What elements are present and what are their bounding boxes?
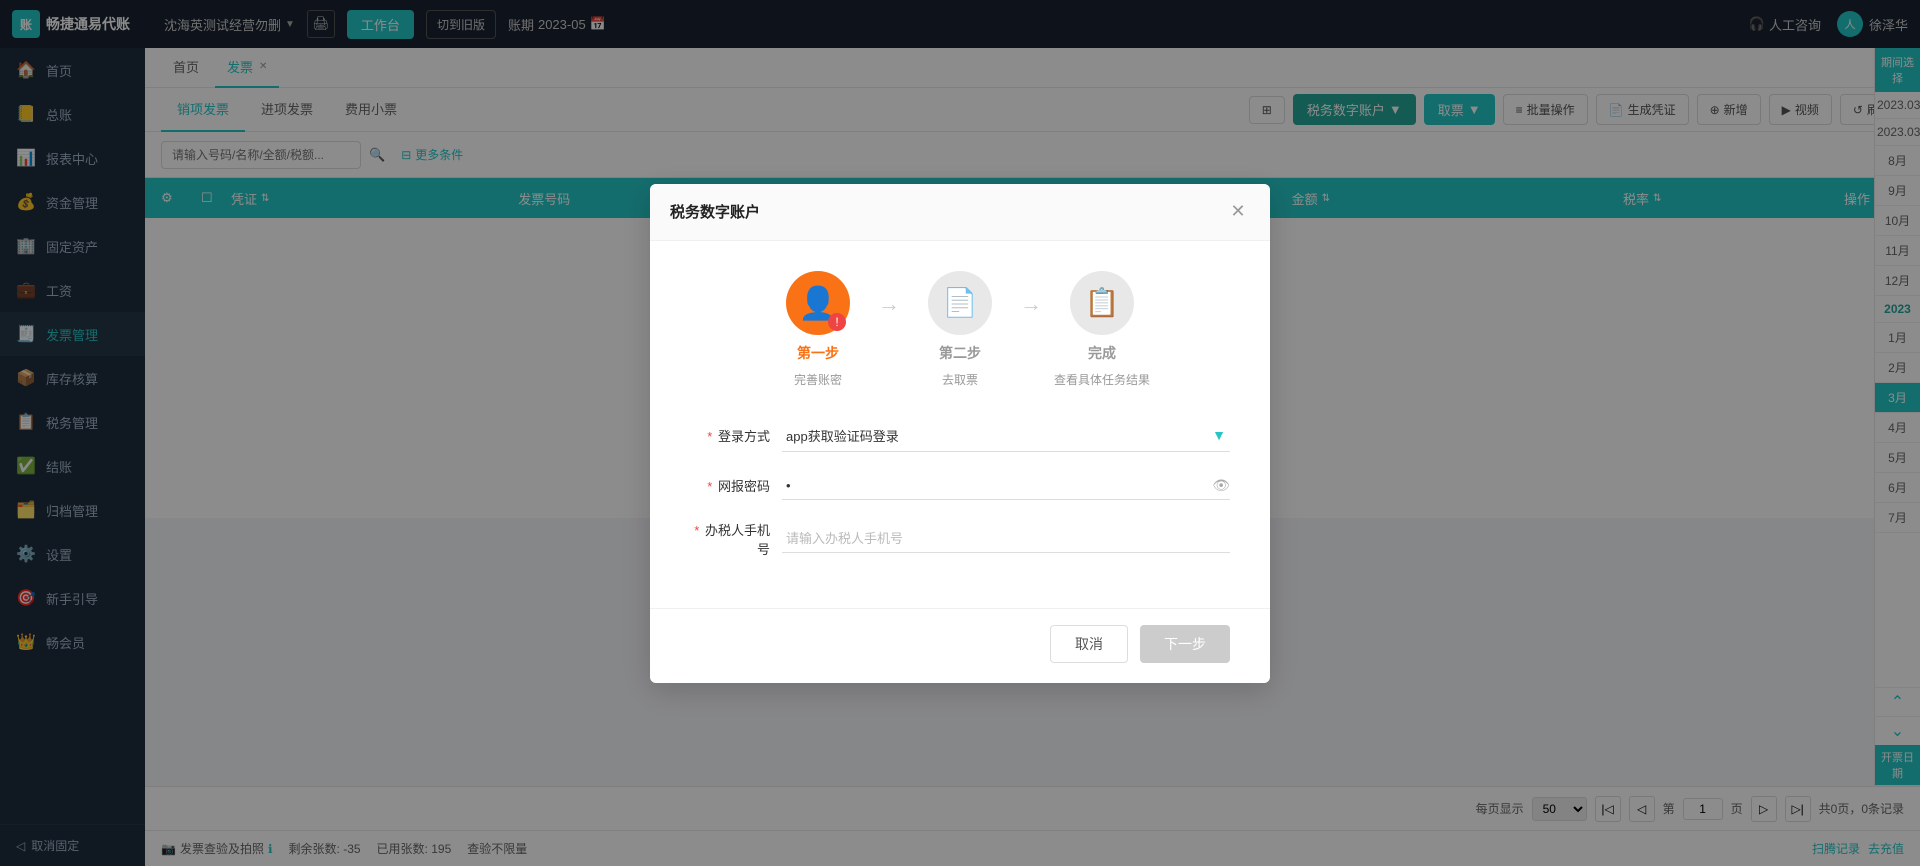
next-button[interactable]: 下一步 (1140, 625, 1230, 663)
login-method-value: app获取验证码登录 (786, 426, 899, 445)
dialog-header: 税务数字账户 ✕ (650, 184, 1270, 241)
phone-label: * 办税人手机号 (690, 520, 770, 558)
step2-sublabel: 去取票 (942, 371, 978, 388)
step-arrow-1: → (878, 291, 900, 317)
password-label: * 网报密码 (690, 476, 770, 495)
step3-sublabel: 查看具体任务结果 (1054, 371, 1150, 388)
step3-label: 完成 (1088, 343, 1116, 363)
dialog-title: 税务数字账户 (670, 201, 760, 222)
dialog-overlay: 税务数字账户 ✕ 👤 ! 第一步 完善账密 → (0, 0, 1920, 866)
password-field-wrap: 👁 (782, 472, 1230, 500)
tax-account-dialog: 税务数字账户 ✕ 👤 ! 第一步 完善账密 → (650, 184, 1270, 683)
dialog-body: 👤 ! 第一步 完善账密 → 📄 第二步 去取票 → (650, 241, 1270, 608)
step2-icon: 📄 (943, 286, 978, 319)
step-2: 📄 第二步 去取票 (900, 271, 1020, 388)
dialog-footer: 取消 下一步 (650, 608, 1270, 683)
step-1: 👤 ! 第一步 完善账密 (758, 271, 878, 388)
login-method-row: * 登录方式 app获取验证码登录 ▼ (690, 420, 1230, 452)
steps-indicator: 👤 ! 第一步 完善账密 → 📄 第二步 去取票 → (690, 271, 1230, 388)
step2-label: 第二步 (939, 343, 981, 363)
dialog-close-button[interactable]: ✕ (1226, 200, 1250, 224)
password-toggle-icon[interactable]: 👁 (1212, 477, 1230, 494)
login-method-label: * 登录方式 (690, 426, 770, 445)
phone-row: * 办税人手机号 (690, 520, 1230, 558)
step3-icon-wrap: 📋 (1070, 271, 1134, 335)
step3-icon: 📋 (1085, 286, 1120, 319)
step2-icon-wrap: 📄 (928, 271, 992, 335)
login-method-select[interactable]: app获取验证码登录 ▼ (782, 420, 1230, 452)
step-arrow-2: → (1020, 291, 1042, 317)
phone-input[interactable] (782, 525, 1230, 553)
step-3: 📋 完成 查看具体任务结果 (1042, 271, 1162, 388)
login-method-arrow-icon: ▼ (1212, 427, 1226, 443)
step1-badge: ! (828, 313, 846, 331)
password-row: * 网报密码 👁 (690, 472, 1230, 500)
step1-sublabel: 完善账密 (794, 371, 842, 388)
step1-label: 第一步 (797, 343, 839, 363)
step1-icon-wrap: 👤 ! (786, 271, 850, 335)
cancel-button[interactable]: 取消 (1050, 625, 1128, 663)
password-input[interactable] (782, 472, 1212, 499)
